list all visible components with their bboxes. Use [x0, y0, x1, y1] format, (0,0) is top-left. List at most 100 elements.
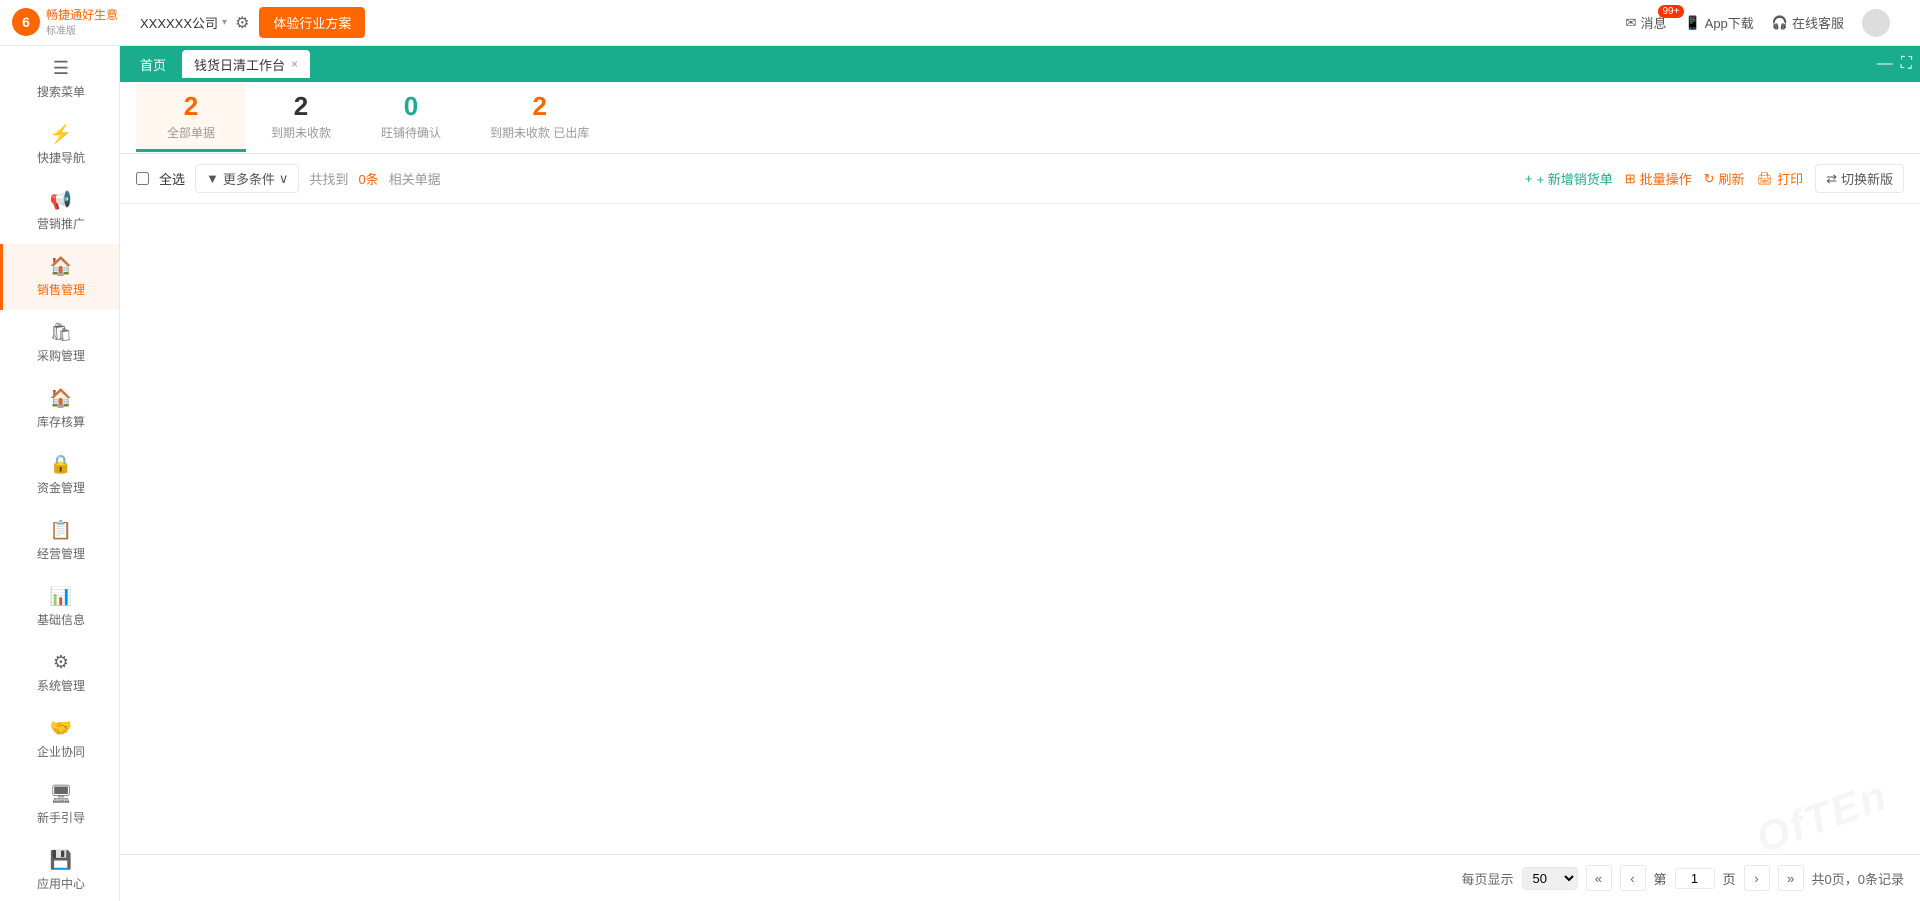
sidebar-label-new-guide: 新手引导: [37, 809, 85, 826]
sidebar-icon-operations: 📋: [50, 520, 72, 541]
last-page-btn[interactable]: »: [1778, 865, 1804, 891]
tab-work-bench[interactable]: 钱货日清工作台 ×: [182, 50, 310, 78]
tab-maximize-icon[interactable]: ⛶: [1901, 55, 1912, 73]
prev-page-btn[interactable]: ‹: [1620, 865, 1646, 891]
tab-close-icon[interactable]: ×: [291, 57, 298, 71]
batch-icon: ⊞: [1625, 171, 1636, 187]
sidebar-icon-search-menu: ☰: [53, 58, 69, 79]
switch-version-btn[interactable]: ⇄ 切换新版: [1815, 164, 1904, 193]
stat-label-2: 旺铺待确认: [381, 124, 441, 141]
sidebar-icon-purchase-mgmt: 🛍: [50, 322, 73, 343]
sidebar-item-sales-mgmt[interactable]: 🏠 销售管理: [0, 244, 119, 310]
company-selector[interactable]: XXXXXX公司 ▾: [140, 13, 227, 32]
sidebar-icon-app-center: 💾: [50, 850, 72, 871]
filter-icon: ▼: [206, 171, 219, 186]
sidebar-label-basic-info: 基础信息: [37, 611, 85, 628]
tab-home[interactable]: 首页: [128, 51, 178, 78]
add-sales-order-btn[interactable]: + + 新增销货单: [1525, 169, 1613, 188]
stat-tab-3[interactable]: 2 到期未收款 已出库: [466, 83, 613, 152]
sidebar-icon-basic-info: 📊: [50, 586, 72, 607]
next-page-btn[interactable]: ›: [1744, 865, 1770, 891]
sidebar-icon-quick-nav: ⚡: [50, 124, 72, 145]
tab-minimize-icon[interactable]: —: [1877, 55, 1893, 73]
sidebar-item-quick-nav[interactable]: ⚡ 快捷导航: [0, 112, 119, 178]
sidebar-icon-sales-mgmt: 🏠: [50, 256, 72, 277]
sidebar-label-app-center: 应用中心: [37, 875, 85, 892]
refresh-btn[interactable]: ↻ 刷新: [1704, 169, 1745, 188]
message-badge: 99+: [1658, 5, 1685, 18]
sidebar: ☰ 搜索菜单 ⚡ 快捷导航 📢 营销推广 🏠 销售管理 🛍 采购管理 🏠 库存核…: [0, 46, 120, 901]
page-number-input[interactable]: [1675, 868, 1715, 889]
filter-dropdown-icon: ∨: [279, 171, 289, 187]
content-area: 2 全部单据 2 到期未收款 0 旺铺待确认 2 到期未收款 已出库 全选 ▼ …: [120, 82, 1920, 901]
pagination: 每页显示 50 100 200 « ‹ 第 页 › » 共0页，0条记录: [120, 854, 1920, 901]
settings-icon[interactable]: ⚙: [235, 13, 249, 33]
sidebar-item-finance[interactable]: 🔒 资金管理: [0, 442, 119, 508]
sidebar-label-purchase-mgmt: 采购管理: [37, 347, 85, 364]
first-page-btn[interactable]: «: [1586, 865, 1612, 891]
sidebar-label-sales-mgmt: 销售管理: [37, 281, 85, 298]
sidebar-label-marketing: 营销推广: [37, 215, 85, 232]
message-btn[interactable]: ✉ 消息 99+: [1626, 13, 1667, 32]
switch-icon: ⇄: [1826, 171, 1837, 187]
sidebar-icon-corp-coop: 🤝: [50, 718, 72, 739]
refresh-label: 刷新: [1719, 169, 1745, 188]
sidebar-icon-new-guide: 🖥: [50, 784, 73, 805]
stat-num-1: 2: [294, 91, 308, 122]
logo-version: 标准版: [46, 22, 118, 37]
sidebar-item-basic-info[interactable]: 📊 基础信息: [0, 574, 119, 640]
phone-icon: 📱: [1684, 15, 1700, 31]
filter-btn[interactable]: ▼ 更多条件 ∨: [195, 164, 299, 193]
stat-num-0: 2: [184, 91, 198, 122]
page-label: 第: [1654, 869, 1667, 888]
logo-area: 6 畅捷通好生意 标准版: [12, 8, 132, 37]
print-icon: 🖨: [1757, 171, 1774, 187]
sidebar-item-new-guide[interactable]: 🖥 新手引导: [0, 772, 119, 838]
page-suffix: 页: [1723, 869, 1736, 888]
online-service-btn[interactable]: 🎧 在线客服: [1772, 13, 1844, 32]
stat-tab-2[interactable]: 0 旺铺待确认: [356, 83, 466, 152]
sidebar-item-marketing[interactable]: 📢 营销推广: [0, 178, 119, 244]
sidebar-label-corp-coop: 企业协同: [37, 743, 85, 760]
stat-num-2: 0: [404, 91, 418, 122]
main-content: 2 全部单据 2 到期未收款 0 旺铺待确认 2 到期未收款 已出库 全选 ▼ …: [120, 82, 1920, 901]
total-records: 共0页，0条记录: [1812, 869, 1904, 888]
message-icon: ✉: [1626, 15, 1637, 31]
app-download-btn[interactable]: 📱 App下载: [1684, 13, 1753, 32]
toolbar: 全选 ▼ 更多条件 ∨ 共找到 0条 相关单据 + + 新增销货单 ⊞ 批量操作: [120, 154, 1920, 204]
per-page-label: 每页显示: [1461, 869, 1513, 888]
headset-icon: 🎧: [1772, 15, 1788, 31]
sidebar-item-inventory[interactable]: 🏠 库存核算: [0, 376, 119, 442]
sidebar-item-sys-mgmt[interactable]: ⚙ 系统管理: [0, 640, 119, 706]
per-page-select[interactable]: 50 100 200: [1522, 867, 1578, 890]
sidebar-icon-marketing: 📢: [50, 190, 72, 211]
table-area: [120, 204, 1920, 854]
avatar[interactable]: [1862, 9, 1890, 37]
sidebar-item-operations[interactable]: 📋 经营管理: [0, 508, 119, 574]
sidebar-label-quick-nav: 快捷导航: [37, 149, 85, 166]
select-all-checkbox[interactable]: [136, 172, 149, 185]
print-btn[interactable]: 🖨 打印: [1757, 169, 1804, 188]
stat-label-1: 到期未收款: [271, 124, 331, 141]
found-prefix: 共找到: [309, 169, 348, 188]
batch-label: 批量操作: [1640, 169, 1692, 188]
trial-btn[interactable]: 体验行业方案: [259, 7, 365, 38]
sidebar-label-sys-mgmt: 系统管理: [37, 677, 85, 694]
sidebar-item-search-menu[interactable]: ☰ 搜索菜单: [0, 46, 119, 112]
stat-label-0: 全部单据: [167, 124, 215, 141]
chevron-down-icon: ▾: [222, 17, 227, 28]
stat-tab-1[interactable]: 2 到期未收款: [246, 83, 356, 152]
header-right: ✉ 消息 99+ 📱 App下载 🎧 在线客服: [1626, 9, 1908, 37]
sidebar-item-corp-coop[interactable]: 🤝 企业协同: [0, 706, 119, 772]
sidebar-item-app-center[interactable]: 💾 应用中心: [0, 838, 119, 901]
company-name: XXXXXX公司: [140, 13, 218, 32]
batch-btn[interactable]: ⊞ 批量操作: [1625, 169, 1692, 188]
sidebar-icon-sys-mgmt: ⚙: [53, 652, 69, 673]
add-label: + 新增销货单: [1536, 169, 1612, 188]
stat-label-3: 到期未收款 已出库: [490, 124, 589, 141]
stat-tab-0[interactable]: 2 全部单据: [136, 83, 246, 152]
toolbar-left: 全选 ▼ 更多条件 ∨ 共找到 0条 相关单据: [136, 164, 1513, 193]
sidebar-item-purchase-mgmt[interactable]: 🛍 采购管理: [0, 310, 119, 376]
stats-bar: 2 全部单据 2 到期未收款 0 旺铺待确认 2 到期未收款 已出库: [120, 82, 1920, 154]
found-count: 0条: [358, 169, 378, 188]
